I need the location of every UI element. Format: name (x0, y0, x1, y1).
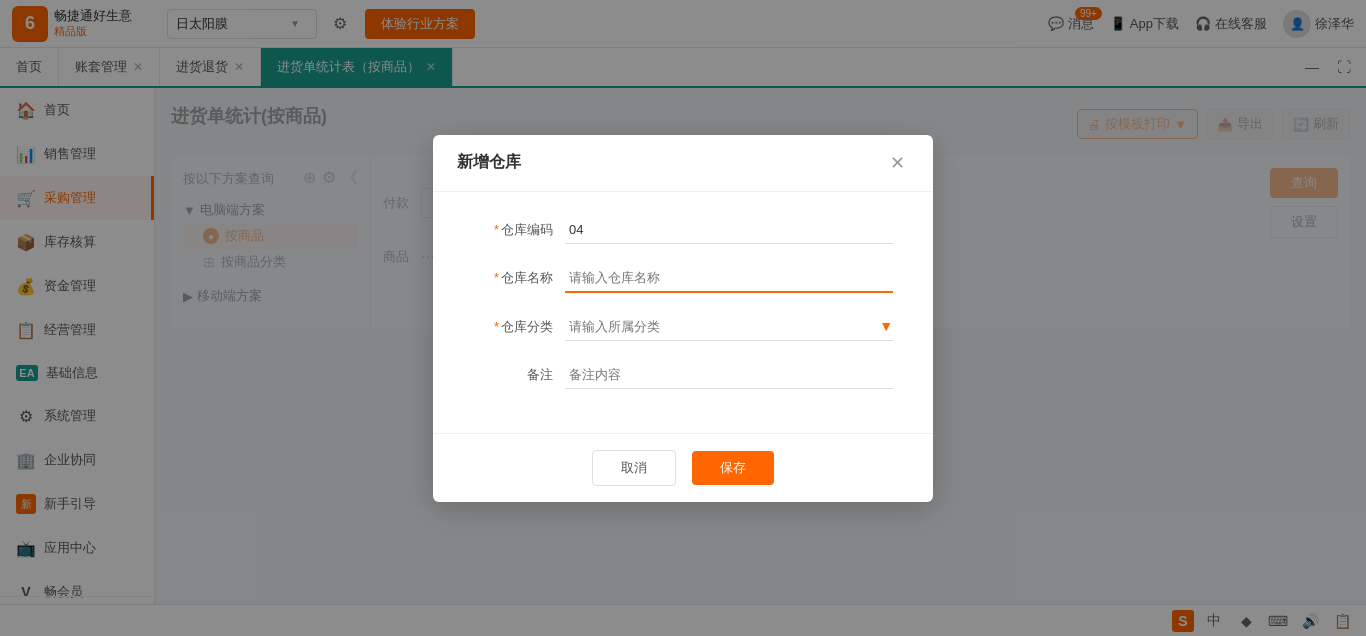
modal-header: 新增仓库 ✕ (433, 135, 933, 192)
modal-close-button[interactable]: ✕ (885, 151, 909, 175)
name-input[interactable] (565, 264, 893, 293)
form-row-code: 仓库编码 (473, 216, 893, 244)
category-label: 仓库分类 (473, 318, 553, 336)
note-label: 备注 (473, 366, 553, 384)
modal-title: 新增仓库 (457, 152, 521, 173)
category-select-wrap: ▼ (565, 313, 893, 341)
name-label: 仓库名称 (473, 269, 553, 287)
save-button[interactable]: 保存 (692, 451, 774, 485)
modal-footer: 取消 保存 (433, 433, 933, 502)
note-input[interactable] (565, 361, 893, 389)
category-input[interactable] (565, 313, 879, 340)
cancel-button[interactable]: 取消 (592, 450, 676, 486)
new-warehouse-modal: 新增仓库 ✕ 仓库编码 仓库名称 仓库分类 ▼ 备注 (433, 135, 933, 502)
form-row-name: 仓库名称 (473, 264, 893, 293)
category-dropdown-icon[interactable]: ▼ (879, 318, 893, 334)
modal-body: 仓库编码 仓库名称 仓库分类 ▼ 备注 (433, 192, 933, 433)
form-row-category: 仓库分类 ▼ (473, 313, 893, 341)
form-row-note: 备注 (473, 361, 893, 389)
code-label: 仓库编码 (473, 221, 553, 239)
code-input[interactable] (565, 216, 893, 244)
modal-overlay: 新增仓库 ✕ 仓库编码 仓库名称 仓库分类 ▼ 备注 (0, 0, 1366, 636)
